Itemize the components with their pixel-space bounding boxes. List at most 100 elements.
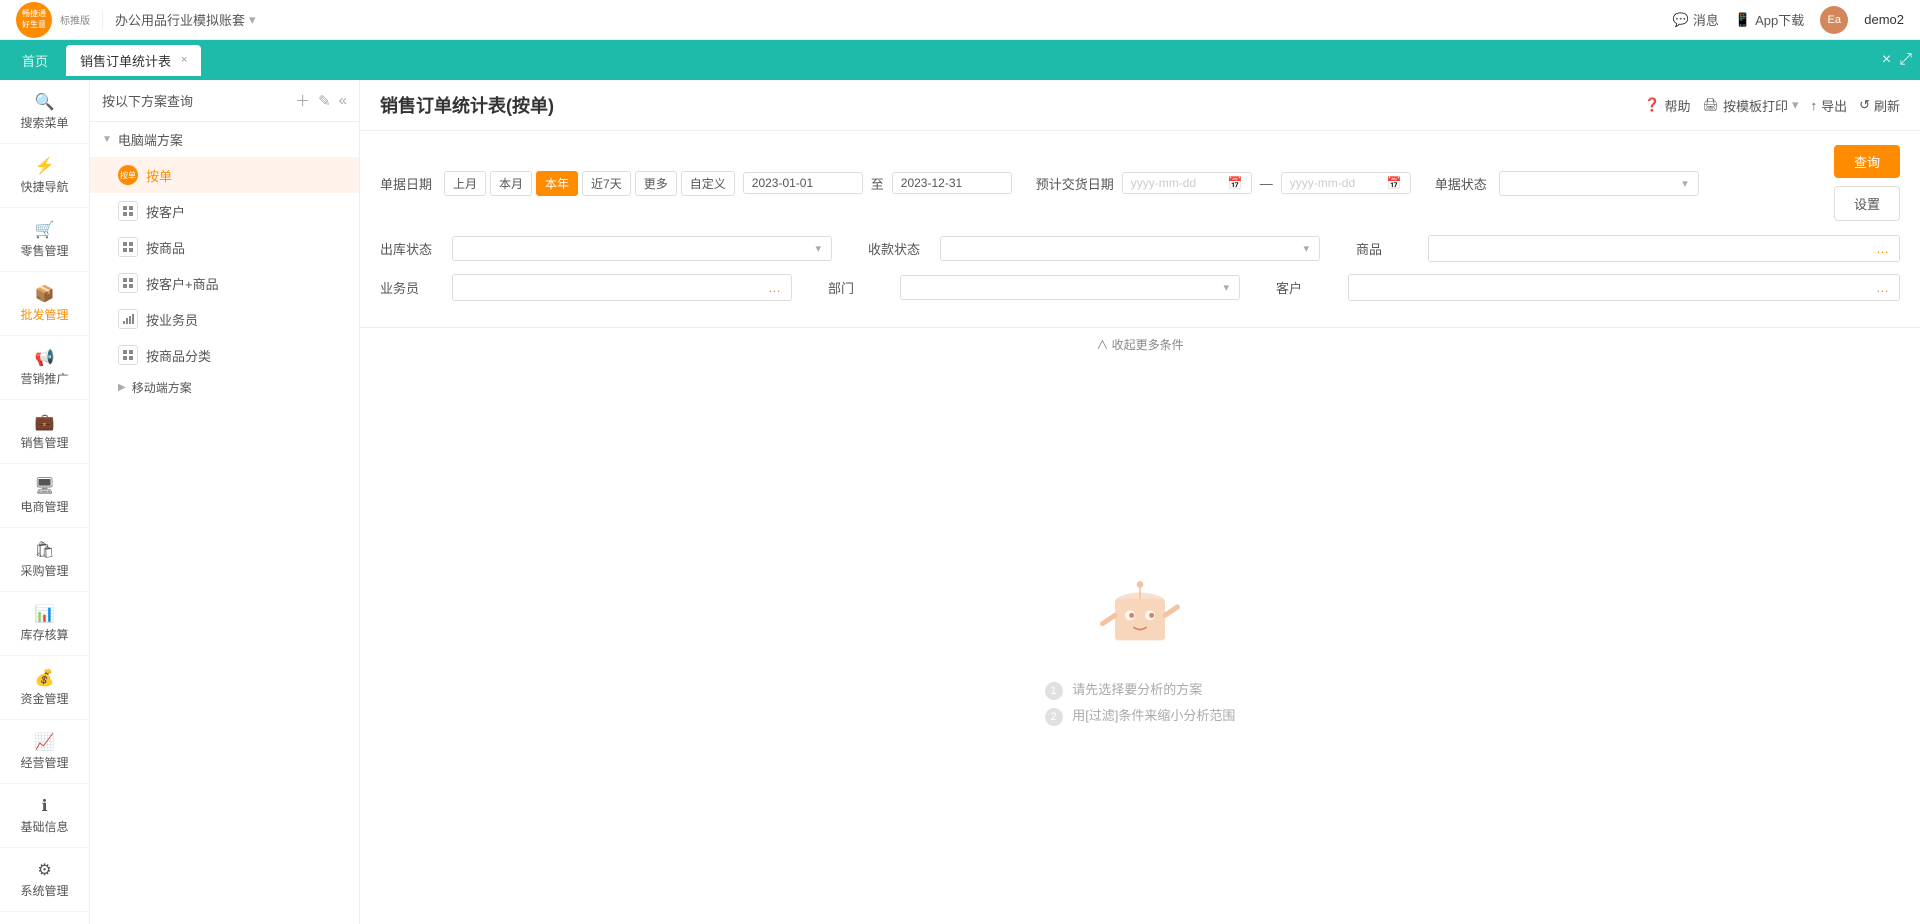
message-button[interactable]: 💬 消息 [1673,10,1719,29]
app-selector-text: 办公用品行业模拟账套 [115,10,245,29]
add-scheme-button[interactable]: ＋ [295,90,310,111]
date-range-start[interactable]: 2023-01-01 [743,172,863,194]
department-select[interactable]: ▾ [900,275,1240,300]
mobile-scheme-group[interactable]: ▶ 移动端方案 [90,373,359,402]
export-icon: ↑ [1811,98,1818,113]
tab-sales-stats[interactable]: 销售订单统计表 × [66,45,201,76]
sidebar-item-wholesale[interactable]: 📦 批发管理 [0,272,89,336]
sidebar-item-retail[interactable]: 🛒 零售管理 [0,208,89,272]
sidebar-item-quick-nav[interactable]: ⚡ 快捷导航 [0,144,89,208]
avatar-text: Ea [1828,14,1841,26]
tabbar: 首页 销售订单统计表 × × ⤢ [0,40,1920,80]
scheme-item-by-category[interactable]: 按商品分类 [90,337,359,373]
quick-nav-icon: ⚡ [8,156,81,176]
customer-dots[interactable]: … [1876,280,1889,295]
goods-dots[interactable]: … [1876,241,1889,256]
app-selector[interactable]: 办公用品行业模拟账套 ▾ [115,10,256,29]
date-btn-this-month[interactable]: 本月 [490,171,532,196]
status-label: 单据状态 [1435,174,1491,193]
salesperson-dots[interactable]: … [768,280,781,295]
query-button[interactable]: 查询 [1834,145,1900,178]
left-panel: 按以下方案查询 ＋ ✎ « ▼ 电脑端方案 按单 按单 [90,80,360,924]
delivery-date-end[interactable]: yyyy-mm-dd 📅 [1281,172,1411,194]
department-dropdown-icon: ▾ [1223,281,1229,294]
date-btn-custom[interactable]: 自定义 [681,171,735,196]
sidebar-item-marketing[interactable]: 📢 营销推广 [0,336,89,400]
avatar[interactable]: Ea [1820,6,1848,34]
scheme-by-customer-label: 按客户 [146,202,185,221]
sidebar-item-basic[interactable]: ℹ 基础信息 [0,784,89,848]
sidebar-item-purchase[interactable]: 🛍 采购管理 [0,528,89,592]
empty-tip-2: 2 用[过滤]条件来缩小分析范围 [1045,703,1236,729]
payment-status-select[interactable]: ▾ [940,236,1320,261]
status-select[interactable]: ▾ [1499,171,1699,196]
tab-maximize-icon[interactable]: ⤢ [1899,51,1912,69]
filter-row-2: 出库状态 ▾ 收款状态 ▾ 商品 … [380,235,1900,262]
main-layout: 🔍 搜索菜单 ⚡ 快捷导航 🛒 零售管理 📦 批发管理 📢 营销推广 💼 销售管… [0,80,1920,924]
goods-input[interactable]: … [1428,235,1900,262]
sidebar-item-quick-nav-label: 快捷导航 [8,178,81,195]
sidebar-item-coop[interactable]: 🤝 企业协同 [0,912,89,924]
delivery-date-start[interactable]: yyyy-mm-dd 📅 [1122,172,1252,194]
date-btn-this-year[interactable]: 本年 [536,171,578,196]
sidebar-item-inventory[interactable]: 📊 库存核算 [0,592,89,656]
export-button[interactable]: ↑ 导出 [1811,96,1848,115]
date-btn-last-month[interactable]: 上月 [444,171,486,196]
tab-minimize-icon[interactable]: × [1882,51,1891,69]
empty-tips: 1 请先选择要分析的方案 2 用[过滤]条件来缩小分析范围 [1045,677,1236,729]
scheme-by-salesperson-label: 按业务员 [146,310,198,329]
mobile-group-label: 移动端方案 [132,379,192,396]
topbar-right: 💬 消息 📱 App下载 Ea demo2 [1673,6,1904,34]
date-filter-row: 单据日期 上月 本月 本年 近7天 更多 自定义 2023-01-01 至 2 [380,145,1900,221]
sidebar-item-finance[interactable]: 💰 资金管理 [0,656,89,720]
left-panel-title: 按以下方案查询 [102,91,289,110]
customer-input[interactable]: … [1348,274,1900,301]
basic-icon: ℹ [8,796,81,816]
filter-row-3: 业务员 … 部门 ▾ 客户 … [380,274,1900,301]
sidebar-item-system-label: 系统管理 [8,882,81,899]
content: 按以下方案查询 ＋ ✎ « ▼ 电脑端方案 按单 按单 [90,80,1920,924]
ship-status-select[interactable]: ▾ [452,236,832,261]
ship-status-label: 出库状态 [380,239,436,258]
help-button[interactable]: ❓ 帮助 [1644,96,1690,115]
refresh-button[interactable]: ↺ 刷新 [1859,96,1900,115]
sidebar-item-sales[interactable]: 💼 销售管理 [0,400,89,464]
scheme-item-by-order[interactable]: 按单 按单 [90,157,359,193]
date-dash: — [1260,176,1273,191]
scheme-by-goods-icon [118,237,138,257]
collapse-bar[interactable]: ∧ 收起更多条件 [360,327,1920,361]
topbar: 畅捷通好生意 标推版 办公用品行业模拟账套 ▾ 💬 消息 📱 App下载 Ea … [0,0,1920,40]
tabbar-actions: × ⤢ [1882,51,1912,69]
empty-illustration [1090,557,1190,657]
app-download-button[interactable]: 📱 App下载 [1735,10,1804,29]
wholesale-icon: 📦 [8,284,81,304]
page-title: 销售订单统计表(按单) [380,92,554,130]
date-btn-more[interactable]: 更多 [635,171,677,196]
brand-title: 标推版 [60,12,90,27]
scheme-item-by-customer-goods[interactable]: 按客户+商品 [90,265,359,301]
app-download-label: App下载 [1755,10,1804,29]
sidebar-item-system[interactable]: ⚙ 系统管理 [0,848,89,912]
date-btn-last-7-days[interactable]: 近7天 [582,171,631,196]
scheme-item-by-salesperson[interactable]: 按业务员 [90,301,359,337]
scheme-item-by-goods[interactable]: 按商品 [90,229,359,265]
sidebar-item-operations[interactable]: 📈 经营管理 [0,720,89,784]
date-label: 单据日期 [380,174,436,193]
print-dropdown-icon[interactable]: ▾ [1792,97,1799,113]
edit-scheme-button[interactable]: ✎ [318,92,331,110]
sidebar-item-ecommerce[interactable]: 🖥 电商管理 [0,464,89,528]
date-range-end[interactable]: 2023-12-31 [892,172,1012,194]
calendar-start-icon: 📅 [1228,176,1243,190]
tab-home[interactable]: 首页 [8,45,62,76]
sidebar-item-search-menu[interactable]: 🔍 搜索菜单 [0,80,89,144]
print-button[interactable]: 🖨 按模板打印 ▾ [1703,96,1799,115]
tab-close-icon[interactable]: × [181,54,187,66]
sales-icon: 💼 [8,412,81,432]
pc-scheme-group-header[interactable]: ▼ 电脑端方案 [90,122,359,157]
finance-icon: 💰 [8,668,81,688]
scheme-item-by-customer[interactable]: 按客户 [90,193,359,229]
salesperson-label: 业务员 [380,278,436,297]
settings-button[interactable]: 设置 [1834,186,1900,221]
collapse-panel-button[interactable]: « [339,92,347,109]
salesperson-input[interactable]: … [452,274,792,301]
